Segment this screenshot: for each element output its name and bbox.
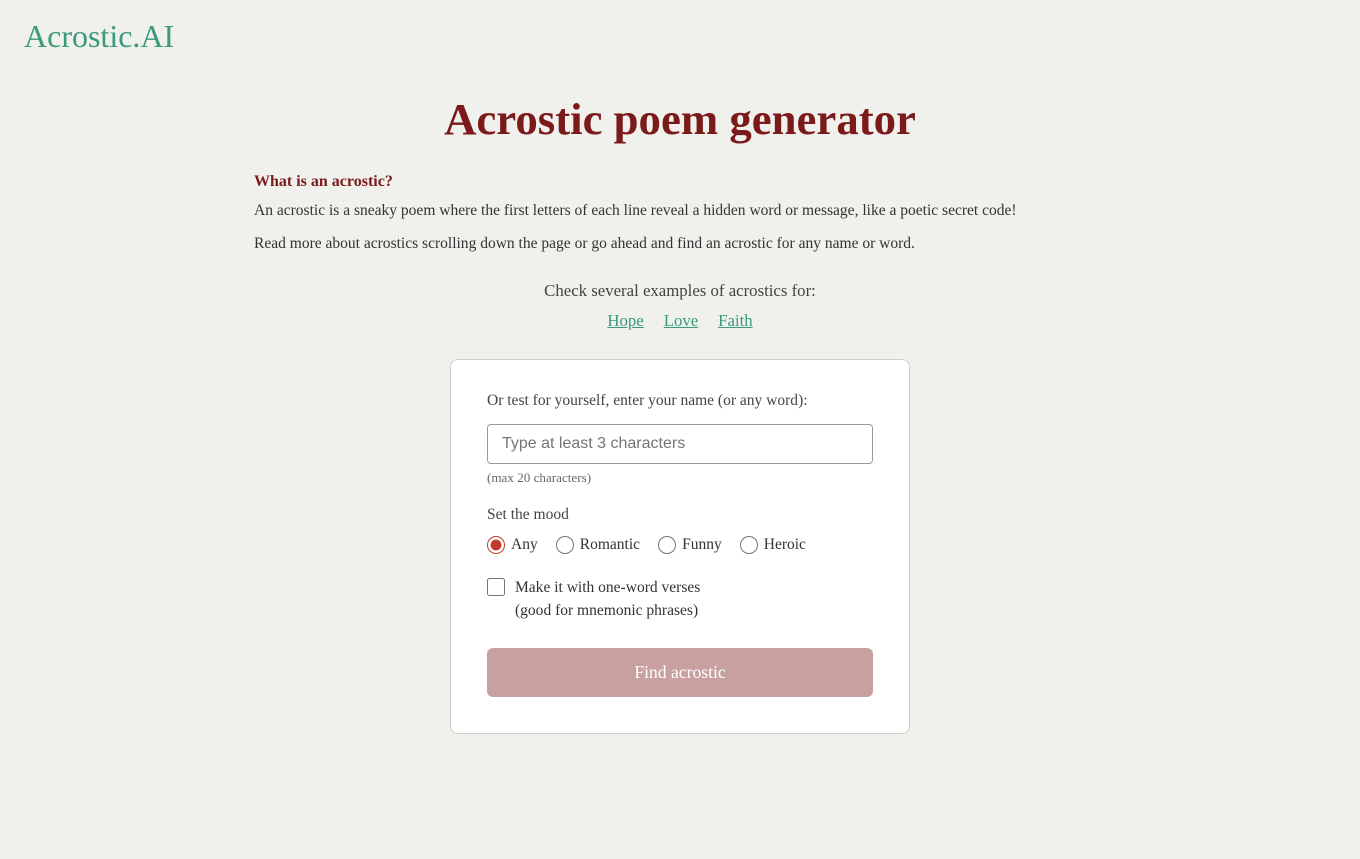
site-header: Acrostic.AI xyxy=(0,0,1360,73)
one-word-verses-checkbox[interactable] xyxy=(487,578,505,596)
one-word-verses-label: Make it with one-word verses (good for m… xyxy=(515,576,700,623)
what-is-description1: An acrostic is a sneaky poem where the f… xyxy=(254,199,1106,224)
example-link-hope[interactable]: Hope xyxy=(607,311,643,331)
what-is-description2: Read more about acrostics scrolling down… xyxy=(254,232,1106,257)
mood-option-any[interactable]: Any xyxy=(487,536,538,554)
max-chars-note: (max 20 characters) xyxy=(487,470,873,486)
mood-radio-romantic[interactable] xyxy=(556,536,574,554)
checkbox-line1: Make it with one-word verses xyxy=(515,579,700,596)
mood-option-funny[interactable]: Funny xyxy=(658,536,722,554)
name-input[interactable] xyxy=(487,424,873,464)
mood-radio-any[interactable] xyxy=(487,536,505,554)
examples-links: Hope Love Faith xyxy=(254,311,1106,331)
examples-label: Check several examples of acrostics for: xyxy=(254,281,1106,301)
mood-radio-funny[interactable] xyxy=(658,536,676,554)
mood-options-group: Any Romantic Funny Heroic xyxy=(487,536,873,554)
mood-label-heroic: Heroic xyxy=(764,536,806,554)
mood-label-any: Any xyxy=(511,536,538,554)
mood-label-funny: Funny xyxy=(682,536,722,554)
one-word-verses-option: Make it with one-word verses (good for m… xyxy=(487,576,873,623)
main-content: Acrostic poem generator What is an acros… xyxy=(230,73,1130,754)
find-acrostic-button[interactable]: Find acrostic xyxy=(487,648,873,697)
form-intro: Or test for yourself, enter your name (o… xyxy=(487,392,873,410)
page-title: Acrostic poem generator xyxy=(254,93,1106,145)
mood-label-romantic: Romantic xyxy=(580,536,640,554)
site-title[interactable]: Acrostic.AI xyxy=(24,18,174,54)
what-is-heading: What is an acrostic? xyxy=(254,173,1106,191)
example-link-love[interactable]: Love xyxy=(664,311,698,331)
mood-option-romantic[interactable]: Romantic xyxy=(556,536,640,554)
checkbox-line2: (good for mnemonic phrases) xyxy=(515,602,698,619)
mood-radio-heroic[interactable] xyxy=(740,536,758,554)
mood-option-heroic[interactable]: Heroic xyxy=(740,536,806,554)
examples-section: Check several examples of acrostics for:… xyxy=(254,281,1106,331)
mood-label: Set the mood xyxy=(487,506,873,524)
what-is-section: What is an acrostic? An acrostic is a sn… xyxy=(254,173,1106,257)
form-card: Or test for yourself, enter your name (o… xyxy=(450,359,910,735)
example-link-faith[interactable]: Faith xyxy=(718,311,753,331)
